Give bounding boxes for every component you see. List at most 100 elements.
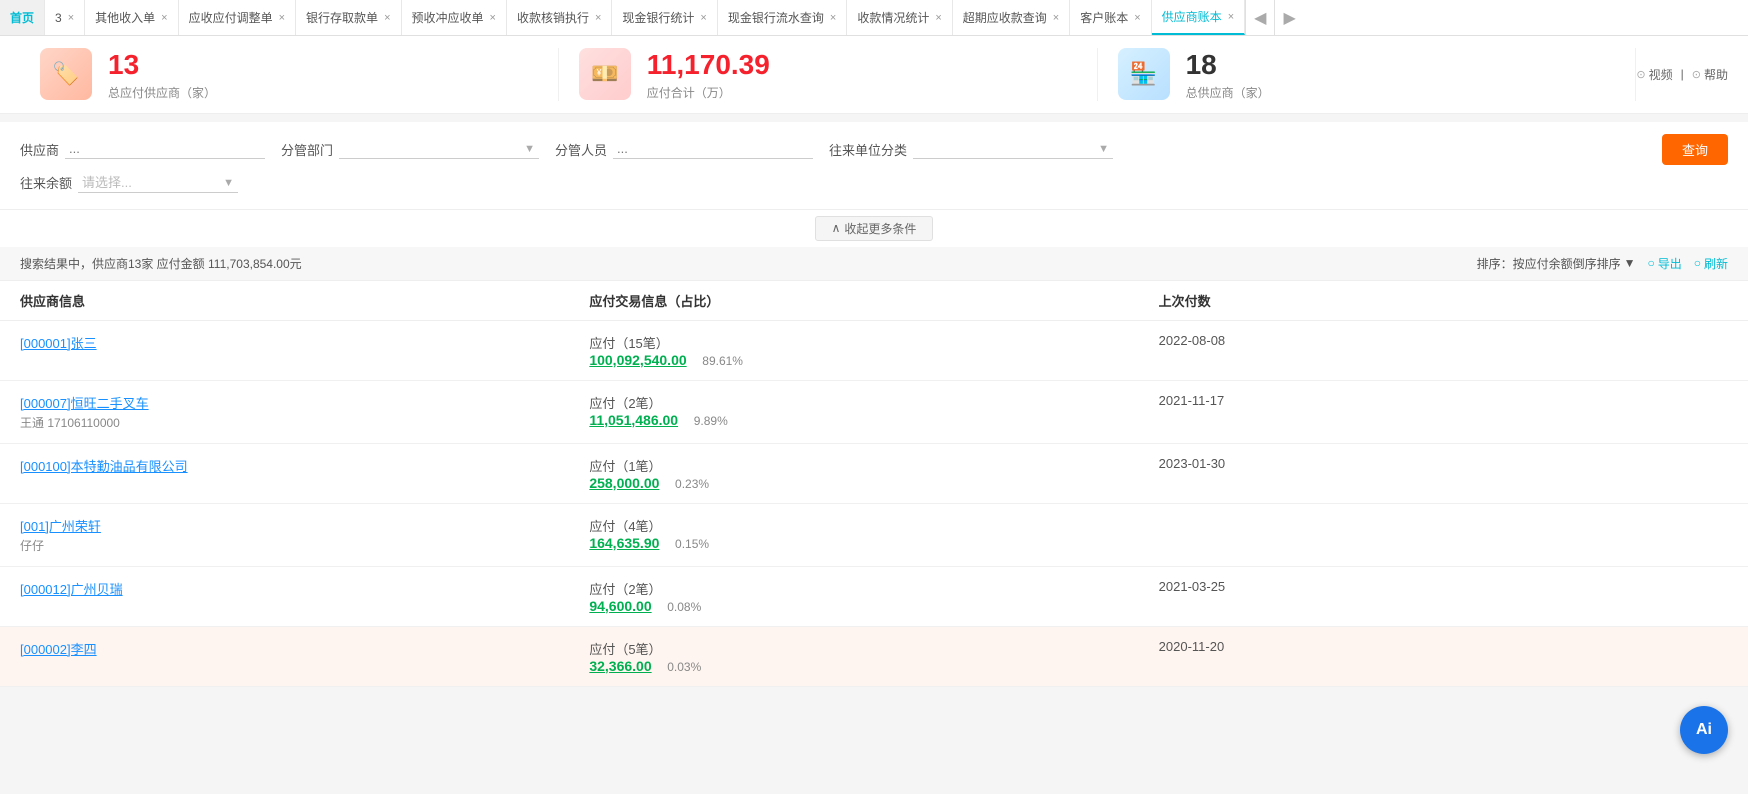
nav-next-arrow[interactable]: ▶	[1274, 0, 1303, 35]
close-icon[interactable]: ×	[1134, 12, 1140, 24]
refresh-button[interactable]: ○ 刷新	[1694, 255, 1728, 272]
last-pay-date: 2021-11-17	[1159, 393, 1728, 408]
dept-filter-select[interactable]	[339, 139, 539, 159]
trade-info: 应付（1笔） 258,000.00 0.23%	[589, 456, 1158, 491]
close-icon[interactable]: ×	[935, 12, 941, 24]
nav-tab-collect-stat[interactable]: 收款情况统计 ×	[847, 0, 952, 35]
supplier-icon: 🏷️	[40, 48, 92, 100]
results-summary: 搜索结果中，供应商13家 应付金额 111,703,854.00元	[20, 255, 302, 272]
trade-label: 应付（5笔）	[589, 639, 1158, 658]
supplier-link[interactable]: [000002]李四	[20, 639, 589, 658]
nav-tab-bank[interactable]: 银行存取款单 ×	[296, 0, 401, 35]
summary-card-amount: 💴 11,170.39 应付合计（万）	[559, 48, 1098, 101]
top-navigation: 首页 3 × 其他收入单 × 应收应付调整单 × 银行存取款单 × 预收冲应收单…	[0, 0, 1748, 36]
trade-pct: 0.08%	[667, 600, 701, 614]
trade-info: 应付（15笔） 100,092,540.00 89.61%	[589, 333, 1158, 368]
total-suppliers-label: 总供应商（家）	[1186, 84, 1270, 101]
query-button[interactable]: 查询	[1662, 134, 1728, 165]
close-icon[interactable]: ×	[700, 12, 706, 24]
help-link[interactable]: ⊙ 帮助	[1692, 66, 1728, 83]
refresh-icon: ○	[1694, 256, 1701, 270]
trade-amount[interactable]: 258,000.00	[589, 475, 659, 491]
supplier-link[interactable]: [000001]张三	[20, 333, 589, 352]
trade-amount[interactable]: 100,092,540.00	[589, 352, 686, 368]
trade-info: 应付（2笔） 94,600.00 0.08%	[589, 579, 1158, 614]
trade-label: 应付（2笔）	[589, 393, 1158, 412]
trade-info: 应付（5笔） 32,366.00 0.03%	[589, 639, 1158, 674]
nav-prev-arrow[interactable]: ◀	[1245, 0, 1274, 35]
nav-tab-3[interactable]: 3 ×	[45, 0, 85, 35]
trade-amount[interactable]: 94,600.00	[589, 598, 651, 614]
col-header-lastpay: 上次付数	[1159, 291, 1728, 310]
nav-tab-supplier-ledger[interactable]: 供应商账本 ×	[1152, 0, 1245, 35]
results-bar: 搜索结果中，供应商13家 应付金额 111,703,854.00元 排序：按应付…	[0, 247, 1748, 281]
total-ap-amount-number: 11,170.39	[647, 48, 770, 82]
help-links: ⊙ 视频 | ⊙ 帮助	[1636, 66, 1728, 83]
supplier-info: [001]广州荣轩 仔仔	[20, 516, 589, 554]
filter-category: 往来单位分类 ▼	[829, 139, 1113, 159]
last-pay-date: 2021-03-25	[1159, 579, 1728, 594]
nav-tab-other-income[interactable]: 其他收入单 ×	[85, 0, 178, 35]
summary-card-total-suppliers: 🏪 18 总供应商（家）	[1098, 48, 1637, 101]
supplier-info: [000001]张三	[20, 333, 589, 352]
collapse-button[interactable]: ∧ 收起更多条件	[815, 216, 934, 241]
balance-filter-select[interactable]: 请选择...	[78, 173, 238, 193]
filter-dept: 分管部门 ▼	[281, 139, 539, 159]
close-icon[interactable]: ×	[1228, 11, 1234, 23]
collapse-icon: ∧	[832, 221, 841, 235]
supplier-link[interactable]: [000007]恒旺二手叉车	[20, 393, 589, 412]
last-pay-date: 2020-11-20	[1159, 639, 1728, 654]
total-ap-suppliers-label: 总应付供应商（家）	[108, 84, 216, 101]
nav-tab-collect[interactable]: 收款核销执行 ×	[507, 0, 612, 35]
trade-pct: 9.89%	[694, 414, 728, 428]
close-icon[interactable]: ×	[161, 12, 167, 24]
supplier-link[interactable]: [000012]广州贝瑞	[20, 579, 589, 598]
close-icon[interactable]: ×	[490, 12, 496, 24]
supplier-link[interactable]: [000100]本特勤油品有限公司	[20, 456, 589, 475]
trade-pct: 89.61%	[702, 354, 743, 368]
trade-info: 应付（2笔） 11,051,486.00 9.89%	[589, 393, 1158, 428]
supplier-link[interactable]: [001]广州荣轩	[20, 516, 589, 535]
nav-tab-overdue[interactable]: 超期应收款查询 ×	[953, 0, 1070, 35]
supplier-info: [000100]本特勤油品有限公司	[20, 456, 589, 475]
close-icon[interactable]: ×	[595, 12, 601, 24]
trade-amount[interactable]: 11,051,486.00	[589, 412, 678, 428]
video-link[interactable]: ⊙ 视频	[1636, 66, 1672, 83]
sort-button[interactable]: 排序：按应付余额倒序排序 ▼	[1477, 255, 1636, 272]
nav-tab-customer-ledger[interactable]: 客户账本 ×	[1070, 0, 1151, 35]
summary-bar: 🏷️ 13 总应付供应商（家） 💴 11,170.39 应付合计（万） 🏪 18…	[0, 36, 1748, 114]
export-button[interactable]: ○ 导出	[1647, 255, 1681, 272]
table-header: 供应商信息 应付交易信息（占比） 上次付数	[0, 281, 1748, 321]
nav-tab-cashbank-stat[interactable]: 现金银行统计 ×	[612, 0, 717, 35]
col-header-supplier: 供应商信息	[20, 291, 589, 310]
trade-pct: 0.15%	[675, 537, 709, 551]
table-row: [000001]张三 应付（15笔） 100,092,540.00 89.61%…	[0, 321, 1748, 381]
supplier-info: [000012]广州贝瑞	[20, 579, 589, 598]
nav-tab-ap-adjust[interactable]: 应收应付调整单 ×	[179, 0, 296, 35]
category-filter-select[interactable]	[913, 139, 1113, 159]
last-pay-date: 2023-01-30	[1159, 456, 1728, 471]
filter-supplier: 供应商	[20, 139, 265, 159]
nav-tab-prepay[interactable]: 预收冲应收单 ×	[402, 0, 507, 35]
close-icon[interactable]: ×	[279, 12, 285, 24]
supplier-filter-input[interactable]	[65, 139, 265, 159]
table-row: [000100]本特勤油品有限公司 应付（1笔） 258,000.00 0.23…	[0, 444, 1748, 504]
nav-tab-cashbank-flow[interactable]: 现金银行流水查询 ×	[718, 0, 847, 35]
supplier-info: [000007]恒旺二手叉车 王通 17106110000	[20, 393, 589, 431]
supplier-sub: 王通 17106110000	[20, 414, 589, 431]
ai-button[interactable]: Ai	[1680, 706, 1728, 754]
data-table: 供应商信息 应付交易信息（占比） 上次付数 [000001]张三 应付（15笔）…	[0, 281, 1748, 687]
person-filter-input[interactable]	[613, 139, 813, 159]
close-icon[interactable]: ×	[384, 12, 390, 24]
filter-balance: 往来余额 请选择... ▼	[20, 173, 238, 193]
close-icon[interactable]: ×	[68, 12, 74, 24]
filter-area: 供应商 分管部门 ▼ 分管人员 往来单位分类 ▼ 查询	[0, 122, 1748, 210]
close-icon[interactable]: ×	[830, 12, 836, 24]
sort-arrow-icon: ▼	[1624, 256, 1636, 270]
close-icon[interactable]: ×	[1053, 12, 1059, 24]
summary-card-suppliers: 🏷️ 13 总应付供应商（家）	[20, 48, 559, 101]
trade-amount[interactable]: 164,635.90	[589, 535, 659, 551]
balance-filter-label: 往来余额	[20, 173, 72, 192]
nav-home[interactable]: 首页	[0, 0, 45, 35]
trade-amount[interactable]: 32,366.00	[589, 658, 651, 674]
